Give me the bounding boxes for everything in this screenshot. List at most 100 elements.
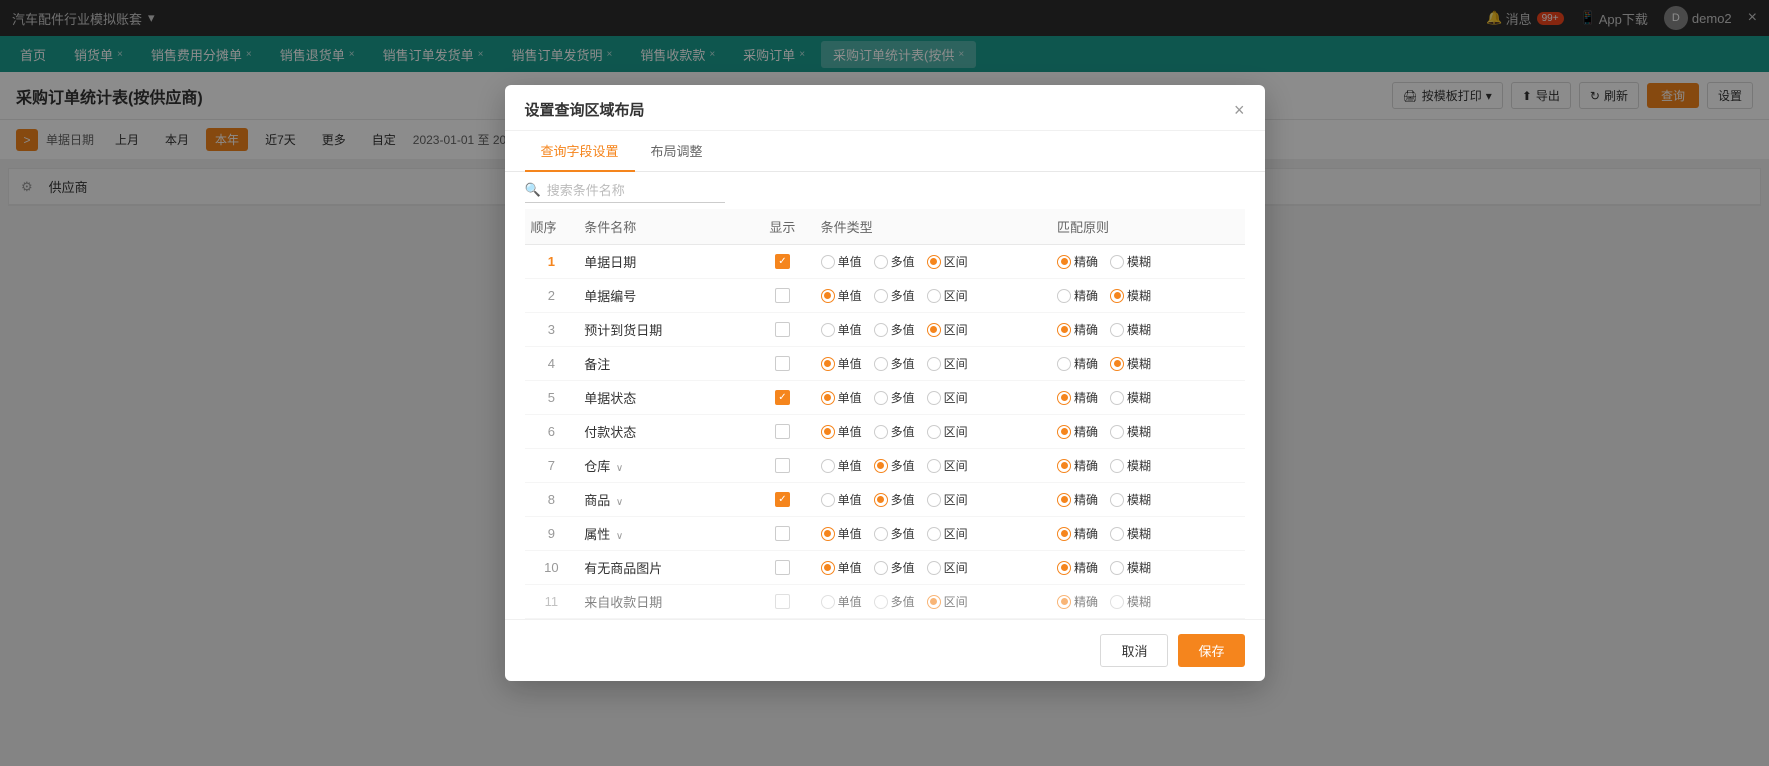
match-exact-1[interactable]: 精确 (1057, 253, 1098, 270)
type-range-3[interactable]: 区间 (927, 321, 968, 338)
checkbox-8[interactable] (775, 492, 790, 507)
match-exact-2[interactable]: 精确 (1057, 287, 1098, 304)
match-exact-9[interactable]: 精确 (1057, 525, 1098, 542)
row-order-6: 6 (525, 415, 579, 449)
match-exact-5[interactable]: 精确 (1057, 389, 1098, 406)
radio-circle (874, 561, 888, 575)
tab-query-fields[interactable]: 查询字段设置 (525, 131, 635, 172)
radio-circle (821, 357, 835, 371)
type-range-5[interactable]: 区间 (927, 389, 968, 406)
row-show-6[interactable] (750, 415, 814, 449)
cancel-btn[interactable]: 取消 (1100, 634, 1168, 667)
type-multi-9[interactable]: 多值 (874, 525, 915, 542)
type-range-10[interactable]: 区间 (927, 559, 968, 576)
type-multi-4[interactable]: 多值 (874, 355, 915, 372)
type-range-6[interactable]: 区间 (927, 423, 968, 440)
match-fuzzy-7[interactable]: 模糊 (1110, 457, 1151, 474)
match-exact-11[interactable]: 精确 (1057, 593, 1098, 610)
type-single-11[interactable]: 单值 (821, 593, 862, 610)
type-single-2[interactable]: 单值 (821, 287, 862, 304)
type-range-8[interactable]: 区间 (927, 491, 968, 508)
row-show-3[interactable] (750, 313, 814, 347)
type-range-1[interactable]: 区间 (927, 253, 968, 270)
type-multi-8[interactable]: 多值 (874, 491, 915, 508)
match-exact-10[interactable]: 精确 (1057, 559, 1098, 576)
row-order-9: 9 (525, 517, 579, 551)
search-input[interactable] (547, 183, 725, 198)
match-exact-3[interactable]: 精确 (1057, 321, 1098, 338)
match-fuzzy-5[interactable]: 模糊 (1110, 389, 1151, 406)
row-match-3: 精确 模糊 (1051, 313, 1244, 347)
row-name-3: 预计到货日期 (578, 313, 750, 347)
dialog-footer: 取消 保存 (505, 619, 1265, 681)
table-row: 4 备注 单值 多值 区间 (525, 347, 1245, 381)
checkbox-4[interactable] (775, 356, 790, 371)
row-show-7[interactable] (750, 449, 814, 483)
match-exact-8[interactable]: 精确 (1057, 491, 1098, 508)
checkbox-3[interactable] (775, 322, 790, 337)
search-wrapper: 🔍 (525, 182, 725, 203)
row-match-5: 精确 模糊 (1051, 381, 1244, 415)
type-multi-11[interactable]: 多值 (874, 593, 915, 610)
type-single-4[interactable]: 单值 (821, 355, 862, 372)
type-multi-7[interactable]: 多值 (874, 457, 915, 474)
type-range-9[interactable]: 区间 (927, 525, 968, 542)
type-range-7[interactable]: 区间 (927, 457, 968, 474)
match-fuzzy-8[interactable]: 模糊 (1110, 491, 1151, 508)
radio-circle (1057, 595, 1071, 609)
match-fuzzy-6[interactable]: 模糊 (1110, 423, 1151, 440)
type-single-5[interactable]: 单值 (821, 389, 862, 406)
type-multi-1[interactable]: 多值 (874, 253, 915, 270)
radio-circle (821, 255, 835, 269)
table-row: 10 有无商品图片 单值 多值 区间 (525, 551, 1245, 585)
type-single-3[interactable]: 单值 (821, 321, 862, 338)
type-multi-2[interactable]: 多值 (874, 287, 915, 304)
checkbox-7[interactable] (775, 458, 790, 473)
row-show-4[interactable] (750, 347, 814, 381)
table-row: 6 付款状态 单值 多值 区间 (525, 415, 1245, 449)
checkbox-2[interactable] (775, 288, 790, 303)
type-range-2[interactable]: 区间 (927, 287, 968, 304)
match-fuzzy-4[interactable]: 模糊 (1110, 355, 1151, 372)
type-single-7[interactable]: 单值 (821, 457, 862, 474)
row-show-10[interactable] (750, 551, 814, 585)
checkbox-5[interactable] (775, 390, 790, 405)
match-fuzzy-1[interactable]: 模糊 (1110, 253, 1151, 270)
type-single-6[interactable]: 单值 (821, 423, 862, 440)
type-range-4[interactable]: 区间 (927, 355, 968, 372)
type-single-1[interactable]: 单值 (821, 253, 862, 270)
tab-layout[interactable]: 布局调整 (635, 131, 719, 172)
table-head: 顺序 条件名称 显示 条件类型 匹配原则 (525, 209, 1245, 245)
row-show-11[interactable] (750, 585, 814, 619)
radio-circle (821, 459, 835, 473)
type-multi-3[interactable]: 多值 (874, 321, 915, 338)
type-multi-5[interactable]: 多值 (874, 389, 915, 406)
match-exact-4[interactable]: 精确 (1057, 355, 1098, 372)
checkbox-6[interactable] (775, 424, 790, 439)
dialog-close-btn[interactable]: × (1234, 101, 1245, 119)
checkbox-1[interactable] (775, 254, 790, 269)
type-single-9[interactable]: 单值 (821, 525, 862, 542)
match-fuzzy-2[interactable]: 模糊 (1110, 287, 1151, 304)
save-btn[interactable]: 保存 (1178, 634, 1244, 667)
type-range-11[interactable]: 区间 (927, 593, 968, 610)
match-exact-6[interactable]: 精确 (1057, 423, 1098, 440)
match-fuzzy-11[interactable]: 模糊 (1110, 593, 1151, 610)
type-multi-10[interactable]: 多值 (874, 559, 915, 576)
match-fuzzy-10[interactable]: 模糊 (1110, 559, 1151, 576)
row-show-2[interactable] (750, 279, 814, 313)
row-show-8[interactable] (750, 483, 814, 517)
checkbox-10[interactable] (775, 560, 790, 575)
row-show-9[interactable] (750, 517, 814, 551)
type-multi-6[interactable]: 多值 (874, 423, 915, 440)
match-fuzzy-9[interactable]: 模糊 (1110, 525, 1151, 542)
match-exact-7[interactable]: 精确 (1057, 457, 1098, 474)
checkbox-9[interactable] (775, 526, 790, 541)
row-show-5[interactable] (750, 381, 814, 415)
checkbox-11[interactable] (775, 594, 790, 609)
type-single-10[interactable]: 单值 (821, 559, 862, 576)
match-fuzzy-3[interactable]: 模糊 (1110, 321, 1151, 338)
type-single-8[interactable]: 单值 (821, 491, 862, 508)
row-match-7: 精确 模糊 (1051, 449, 1244, 483)
row-show-1[interactable] (750, 245, 814, 279)
